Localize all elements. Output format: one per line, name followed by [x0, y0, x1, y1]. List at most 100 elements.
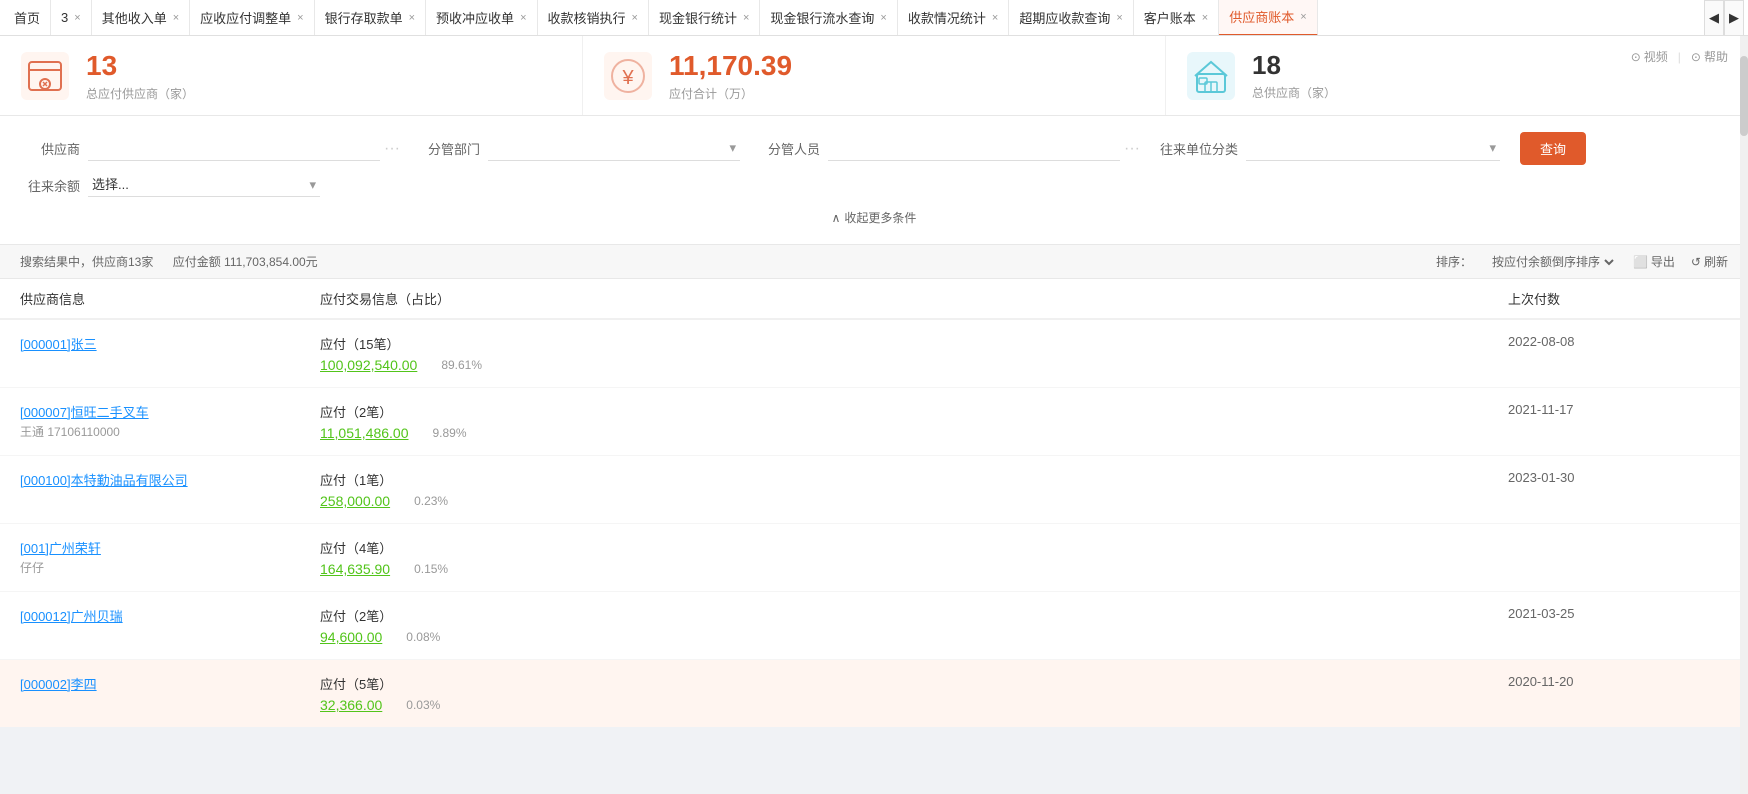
table-body: [000001]张三 应付（15笔） 100,092,540.00 89.61%…: [0, 320, 1748, 727]
all-suppliers-label: 总供应商（家）: [1252, 84, 1336, 101]
tx-amount[interactable]: 32,366.00: [320, 697, 382, 713]
tx-amount[interactable]: 164,635.90: [320, 561, 390, 577]
tx-count: 应付（2笔）: [320, 402, 1508, 421]
help-circle-icon: ⊙: [1691, 50, 1701, 64]
person-input[interactable]: [828, 137, 1120, 161]
nav-tab-bank[interactable]: 银行存取款单 ×: [315, 0, 426, 36]
sort-label: 排序：: [1436, 253, 1472, 270]
nav-tab-supplier-close[interactable]: ×: [1300, 11, 1306, 23]
category-field: 往来单位分类 ▾: [1160, 137, 1500, 161]
nav-tab-bank-label: 银行存取款单: [325, 8, 403, 27]
export-label: 导出: [1651, 253, 1675, 270]
nav-tab-prepay-close[interactable]: ×: [520, 12, 526, 24]
dept-select[interactable]: [488, 137, 740, 160]
transaction-cell: 应付（5笔） 32,366.00 0.03%: [320, 674, 1508, 713]
nav-tab-collection-label: 收款核销执行: [548, 8, 626, 27]
nav-tab-adjust-close[interactable]: ×: [297, 12, 303, 24]
nav-tab-collection[interactable]: 收款核销执行 ×: [538, 0, 649, 36]
supplier-link[interactable]: [000012]广州贝瑞: [20, 606, 320, 625]
refresh-button[interactable]: ↺ 刷新: [1691, 253, 1728, 270]
table-row: [000100]本特勤油品有限公司 应付（1笔） 258,000.00 0.23…: [0, 456, 1748, 524]
total-summary-text: 11,170.39 应付合计（万）: [669, 49, 792, 102]
nav-tab-bank-close[interactable]: ×: [409, 12, 415, 24]
nav-next-arrow[interactable]: ▶: [1724, 0, 1744, 36]
tx-count: 应付（5笔）: [320, 674, 1508, 693]
last-pay-cell: 2022-08-08: [1508, 334, 1668, 349]
balance-field: 往来余额 选择... ▾: [20, 173, 320, 197]
nav-tab-3-label: 3: [61, 10, 68, 25]
export-button[interactable]: ⬜ 导出: [1633, 253, 1675, 270]
nav-tab-customer[interactable]: 客户账本 ×: [1134, 0, 1219, 36]
supplier-link[interactable]: [000002]李四: [20, 674, 320, 693]
summary-help: ⊙ 视频 | ⊙ 帮助: [1631, 48, 1728, 65]
supplier-field: 供应商 ···: [20, 137, 400, 161]
nav-tab-home[interactable]: 首页: [4, 0, 51, 36]
nav-tab-prepay[interactable]: 预收冲应收单 ×: [426, 0, 537, 36]
help-link[interactable]: ⊙ 帮助: [1691, 48, 1728, 65]
video-label: 视频: [1644, 48, 1668, 65]
tx-amount[interactable]: 11,051,486.00: [320, 425, 409, 441]
payable-label: 总应付供应商（家）: [86, 85, 194, 102]
nav-tab-collect-stat[interactable]: 收款情况统计 ×: [898, 0, 1009, 36]
query-button[interactable]: 查询: [1520, 132, 1586, 165]
nav-tab-cash-flow[interactable]: 现金银行流水查询 ×: [760, 0, 897, 36]
transaction-cell: 应付（2笔） 11,051,486.00 9.89%: [320, 402, 1508, 441]
refresh-label: 刷新: [1704, 253, 1728, 270]
nav-tab-prepay-label: 预收冲应收单: [436, 8, 514, 27]
table-row: [001]广州荣轩 仔仔 应付（4笔） 164,635.90 0.15%: [0, 524, 1748, 592]
nav-tab-income-close[interactable]: ×: [173, 12, 179, 24]
supplier-sub: 仔仔: [20, 559, 320, 576]
person-dots-icon[interactable]: ···: [1124, 140, 1140, 158]
nav-tab-home-label: 首页: [14, 8, 40, 27]
supplier-cell: [000007]恒旺二手叉车 王通 17106110000: [20, 402, 320, 440]
nav-tab-3[interactable]: 3 ×: [51, 0, 92, 36]
sort-select[interactable]: 按应付余额倒序排序: [1488, 254, 1617, 270]
nav-prev-arrow[interactable]: ◀: [1704, 0, 1724, 36]
supplier-input[interactable]: [88, 137, 380, 161]
export-icon: ⬜: [1633, 255, 1648, 269]
nav-tab-cash-flow-close[interactable]: ×: [880, 12, 886, 24]
supplier-link[interactable]: [001]广州荣轩: [20, 538, 320, 557]
total-number: 11,170.39: [669, 49, 792, 83]
tx-percent: 0.08%: [406, 630, 440, 644]
transaction-cell: 应付（1笔） 258,000.00 0.23%: [320, 470, 1508, 509]
col-header-supplier: 供应商信息: [20, 289, 320, 308]
nav-tab-cash-stat[interactable]: 现金银行统计 ×: [649, 0, 760, 36]
nav-tab-adjust[interactable]: 应收应付调整单 ×: [190, 0, 314, 36]
category-select[interactable]: [1246, 137, 1500, 160]
collapse-button[interactable]: ∧ 收起更多条件: [20, 205, 1728, 230]
nav-tab-3-close[interactable]: ×: [74, 12, 80, 24]
supplier-link[interactable]: [000007]恒旺二手叉车: [20, 402, 320, 421]
scrollbar[interactable]: [1740, 36, 1748, 794]
tx-amount[interactable]: 94,600.00: [320, 629, 382, 645]
help-label: 帮助: [1704, 48, 1728, 65]
supplier-link[interactable]: [000001]张三: [20, 334, 320, 353]
supplier-cell: [000012]广州贝瑞: [20, 606, 320, 625]
dept-label: 分管部门: [420, 139, 480, 158]
supplier-cell: [001]广州荣轩 仔仔: [20, 538, 320, 576]
nav-tab-supplier-label: 供应商账本: [1229, 7, 1294, 26]
video-link[interactable]: ⊙ 视频: [1631, 48, 1668, 65]
scrollbar-thumb[interactable]: [1740, 56, 1748, 136]
nav-tab-customer-close[interactable]: ×: [1202, 12, 1208, 24]
nav-tab-overdue-close[interactable]: ×: [1116, 12, 1122, 24]
tx-count: 应付（15笔）: [320, 334, 1508, 353]
nav-tab-collection-close[interactable]: ×: [632, 12, 638, 24]
supplier-dots-icon[interactable]: ···: [384, 140, 400, 158]
nav-tab-collect-stat-close[interactable]: ×: [992, 12, 998, 24]
supplier-cell: [000002]李四: [20, 674, 320, 693]
nav-tab-cash-stat-close[interactable]: ×: [743, 12, 749, 24]
all-suppliers-number: 18: [1252, 50, 1336, 81]
supplier-link[interactable]: [000100]本特勤油品有限公司: [20, 470, 320, 489]
nav-tab-income[interactable]: 其他收入单 ×: [92, 0, 190, 36]
results-bar: 搜索结果中，供应商13家 应付金额 111,703,854.00元 排序： 按应…: [0, 245, 1748, 279]
summary-bar: 13 总应付供应商（家） ¥ 11,170.39 应付合计（万）: [0, 36, 1748, 116]
nav-tab-overdue[interactable]: 超期应收款查询 ×: [1009, 0, 1133, 36]
nav-tab-supplier[interactable]: 供应商账本 ×: [1219, 0, 1317, 36]
nav-tab-overdue-label: 超期应收款查询: [1019, 8, 1110, 27]
tx-amount[interactable]: 100,092,540.00: [320, 357, 417, 373]
tx-amount[interactable]: 258,000.00: [320, 493, 390, 509]
results-actions: 排序： 按应付余额倒序排序 ⬜ 导出 ↺ 刷新: [1436, 253, 1728, 270]
balance-select[interactable]: 选择...: [88, 173, 320, 196]
table-row: [000007]恒旺二手叉车 王通 17106110000 应付（2笔） 11,…: [0, 388, 1748, 456]
